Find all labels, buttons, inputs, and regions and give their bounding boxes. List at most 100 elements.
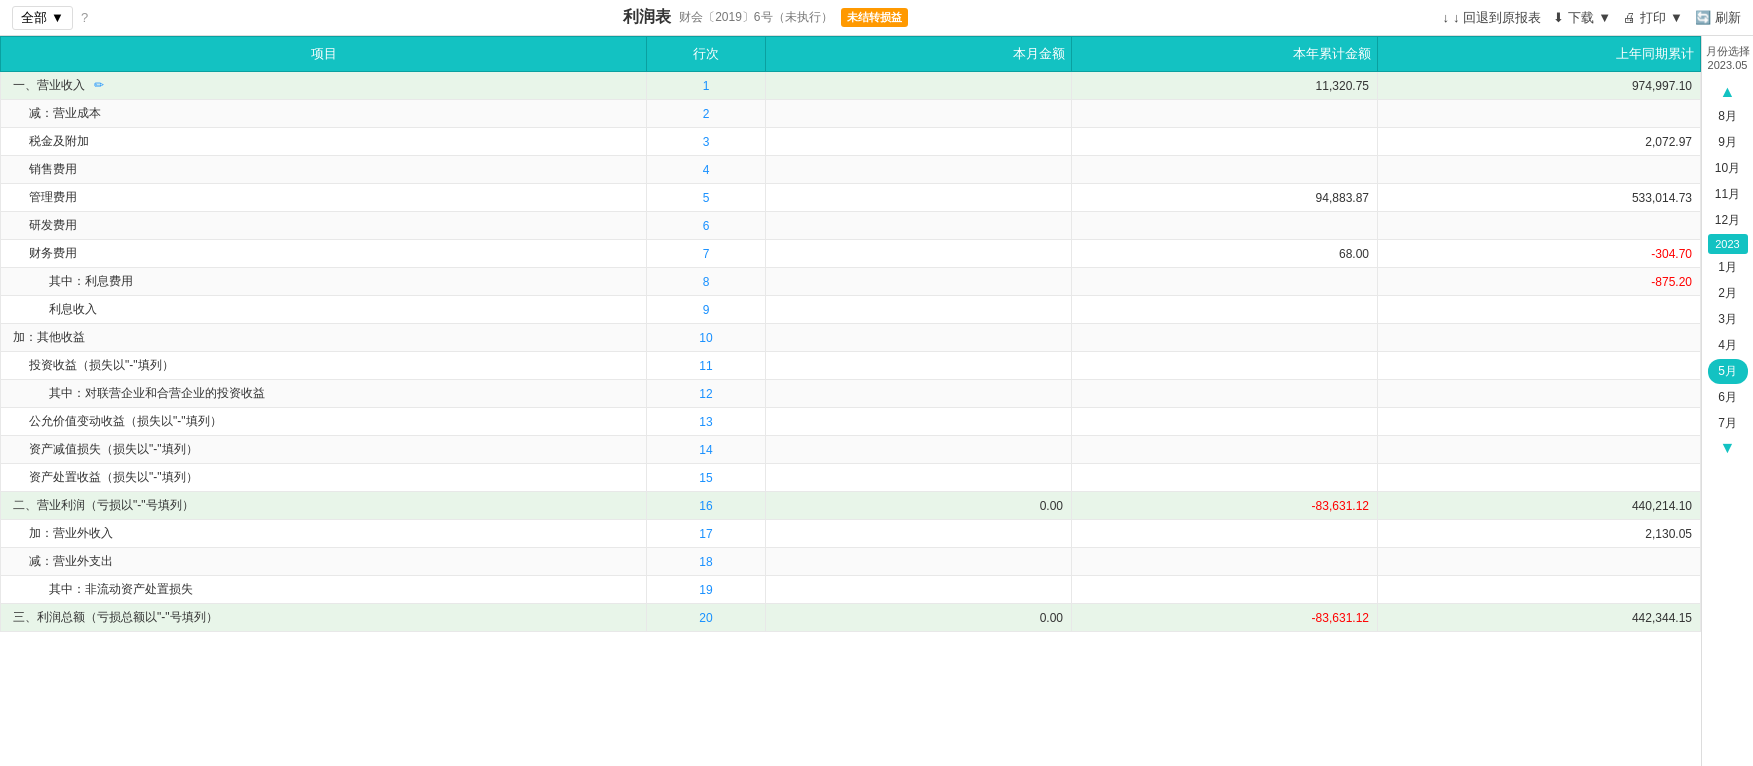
edit-icon[interactable]: ✏ bbox=[94, 78, 104, 92]
cell-item: 加：营业外收入 bbox=[1, 520, 647, 548]
month-item[interactable]: 10月 bbox=[1708, 156, 1748, 181]
cell-row: 10 bbox=[647, 324, 766, 352]
cell-year bbox=[1072, 464, 1378, 492]
cell-year bbox=[1072, 296, 1378, 324]
cell-row: 16 bbox=[647, 492, 766, 520]
month-item[interactable]: 7月 bbox=[1708, 411, 1748, 436]
month-item[interactable]: 9月 bbox=[1708, 130, 1748, 155]
header-month: 本月金额 bbox=[766, 37, 1072, 72]
month-item[interactable]: 8月 bbox=[1708, 104, 1748, 129]
cell-prev bbox=[1378, 324, 1701, 352]
cell-year bbox=[1072, 520, 1378, 548]
cell-month bbox=[766, 184, 1072, 212]
cell-year: 94,883.87 bbox=[1072, 184, 1378, 212]
cell-item: 一、营业收入 ✏ bbox=[1, 72, 647, 100]
cell-prev: -875.20 bbox=[1378, 268, 1701, 296]
month-item[interactable]: 11月 bbox=[1708, 182, 1748, 207]
download-arrow-icon: ▼ bbox=[1598, 10, 1611, 25]
cell-row: 9 bbox=[647, 296, 766, 324]
month-item[interactable]: 12月 bbox=[1708, 208, 1748, 233]
cell-item: 资产处置收益（损失以"-"填列） bbox=[1, 464, 647, 492]
cell-item: 减：营业成本 bbox=[1, 100, 647, 128]
table-row: 研发费用 6 bbox=[1, 212, 1701, 240]
cell-prev: 442,344.15 bbox=[1378, 604, 1701, 632]
cell-prev: 2,072.97 bbox=[1378, 128, 1701, 156]
month-item[interactable]: 5月 bbox=[1708, 359, 1748, 384]
nav-down-icon[interactable]: ▼ bbox=[1718, 437, 1738, 459]
cell-month bbox=[766, 548, 1072, 576]
cell-prev: 440,214.10 bbox=[1378, 492, 1701, 520]
cell-row: 3 bbox=[647, 128, 766, 156]
table-row: 销售费用 4 bbox=[1, 156, 1701, 184]
cell-year: -83,631.12 bbox=[1072, 492, 1378, 520]
cell-row: 11 bbox=[647, 352, 766, 380]
cell-row: 2 bbox=[647, 100, 766, 128]
cell-year bbox=[1072, 352, 1378, 380]
cell-row: 20 bbox=[647, 604, 766, 632]
month-item[interactable]: 6月 bbox=[1708, 385, 1748, 410]
cell-month bbox=[766, 268, 1072, 296]
table-row: 减：营业成本 2 bbox=[1, 100, 1701, 128]
table-row: 资产处置收益（损失以"-"填列） 15 bbox=[1, 464, 1701, 492]
cell-month: 0.00 bbox=[766, 604, 1072, 632]
cell-year bbox=[1072, 548, 1378, 576]
cell-item: 其中：利息费用 bbox=[1, 268, 647, 296]
cell-month bbox=[766, 296, 1072, 324]
cell-year: 68.00 bbox=[1072, 240, 1378, 268]
cell-year bbox=[1072, 156, 1378, 184]
cell-prev bbox=[1378, 296, 1701, 324]
cell-item: 加：其他收益 bbox=[1, 324, 647, 352]
refresh-button[interactable]: 🔄 刷新 bbox=[1695, 9, 1741, 27]
cell-prev bbox=[1378, 408, 1701, 436]
month-sidebar: 月份选择2023.05 ▲ 8月9月10月11月12月20231月2月3月4月5… bbox=[1701, 36, 1753, 766]
table-row: 一、营业收入 ✏ 1 11,320.75 974,997.10 bbox=[1, 72, 1701, 100]
cell-month bbox=[766, 520, 1072, 548]
cell-item: 资产减值损失（损失以"-"填列） bbox=[1, 436, 647, 464]
cell-item: 二、营业利润（亏损以"-"号填列） bbox=[1, 492, 647, 520]
cell-item: 减：营业外支出 bbox=[1, 548, 647, 576]
month-item[interactable]: 2023 bbox=[1708, 234, 1748, 254]
cell-item: 三、利润总额（亏损总额以"-"号填列） bbox=[1, 604, 647, 632]
print-arrow-icon: ▼ bbox=[1670, 10, 1683, 25]
cell-month bbox=[766, 128, 1072, 156]
month-item[interactable]: 2月 bbox=[1708, 281, 1748, 306]
cell-month bbox=[766, 408, 1072, 436]
cell-year: 11,320.75 bbox=[1072, 72, 1378, 100]
table-row: 加：营业外收入 17 2,130.05 bbox=[1, 520, 1701, 548]
dropdown-icon: ▼ bbox=[51, 10, 64, 25]
table-row: 减：营业外支出 18 bbox=[1, 548, 1701, 576]
cell-item: 销售费用 bbox=[1, 156, 647, 184]
header-item: 项目 bbox=[1, 37, 647, 72]
print-button[interactable]: 🖨 打印 ▼ bbox=[1623, 9, 1683, 27]
cell-item: 投资收益（损失以"-"填列） bbox=[1, 352, 647, 380]
cell-prev: 974,997.10 bbox=[1378, 72, 1701, 100]
sidebar-title: 月份选择2023.05 bbox=[1704, 40, 1752, 77]
cell-row: 18 bbox=[647, 548, 766, 576]
month-item[interactable]: 1月 bbox=[1708, 255, 1748, 280]
cell-prev bbox=[1378, 436, 1701, 464]
download-button[interactable]: ⬇ 下载 ▼ bbox=[1553, 9, 1611, 27]
table-row: 三、利润总额（亏损总额以"-"号填列） 20 0.00 -83,631.12 4… bbox=[1, 604, 1701, 632]
month-item[interactable]: 3月 bbox=[1708, 307, 1748, 332]
month-item[interactable]: 4月 bbox=[1708, 333, 1748, 358]
back-button[interactable]: ↓ ↓ 回退到原报表 bbox=[1443, 9, 1542, 27]
help-icon[interactable]: ? bbox=[81, 10, 88, 25]
cell-prev: 2,130.05 bbox=[1378, 520, 1701, 548]
dropdown-all[interactable]: 全部 ▼ bbox=[12, 6, 73, 30]
cell-month bbox=[766, 72, 1072, 100]
table-row: 其中：利息费用 8 -875.20 bbox=[1, 268, 1701, 296]
print-icon: 🖨 bbox=[1623, 10, 1636, 25]
cell-prev bbox=[1378, 576, 1701, 604]
cell-month bbox=[766, 436, 1072, 464]
cell-month bbox=[766, 352, 1072, 380]
table-row: 资产减值损失（损失以"-"填列） 14 bbox=[1, 436, 1701, 464]
refresh-icon: 🔄 bbox=[1695, 10, 1711, 25]
cell-prev bbox=[1378, 156, 1701, 184]
dropdown-label: 全部 bbox=[21, 9, 47, 27]
nav-up-icon[interactable]: ▲ bbox=[1718, 81, 1738, 103]
cell-year bbox=[1072, 408, 1378, 436]
cell-month bbox=[766, 212, 1072, 240]
cell-row: 1 bbox=[647, 72, 766, 100]
cell-month bbox=[766, 464, 1072, 492]
header-row: 行次 bbox=[647, 37, 766, 72]
